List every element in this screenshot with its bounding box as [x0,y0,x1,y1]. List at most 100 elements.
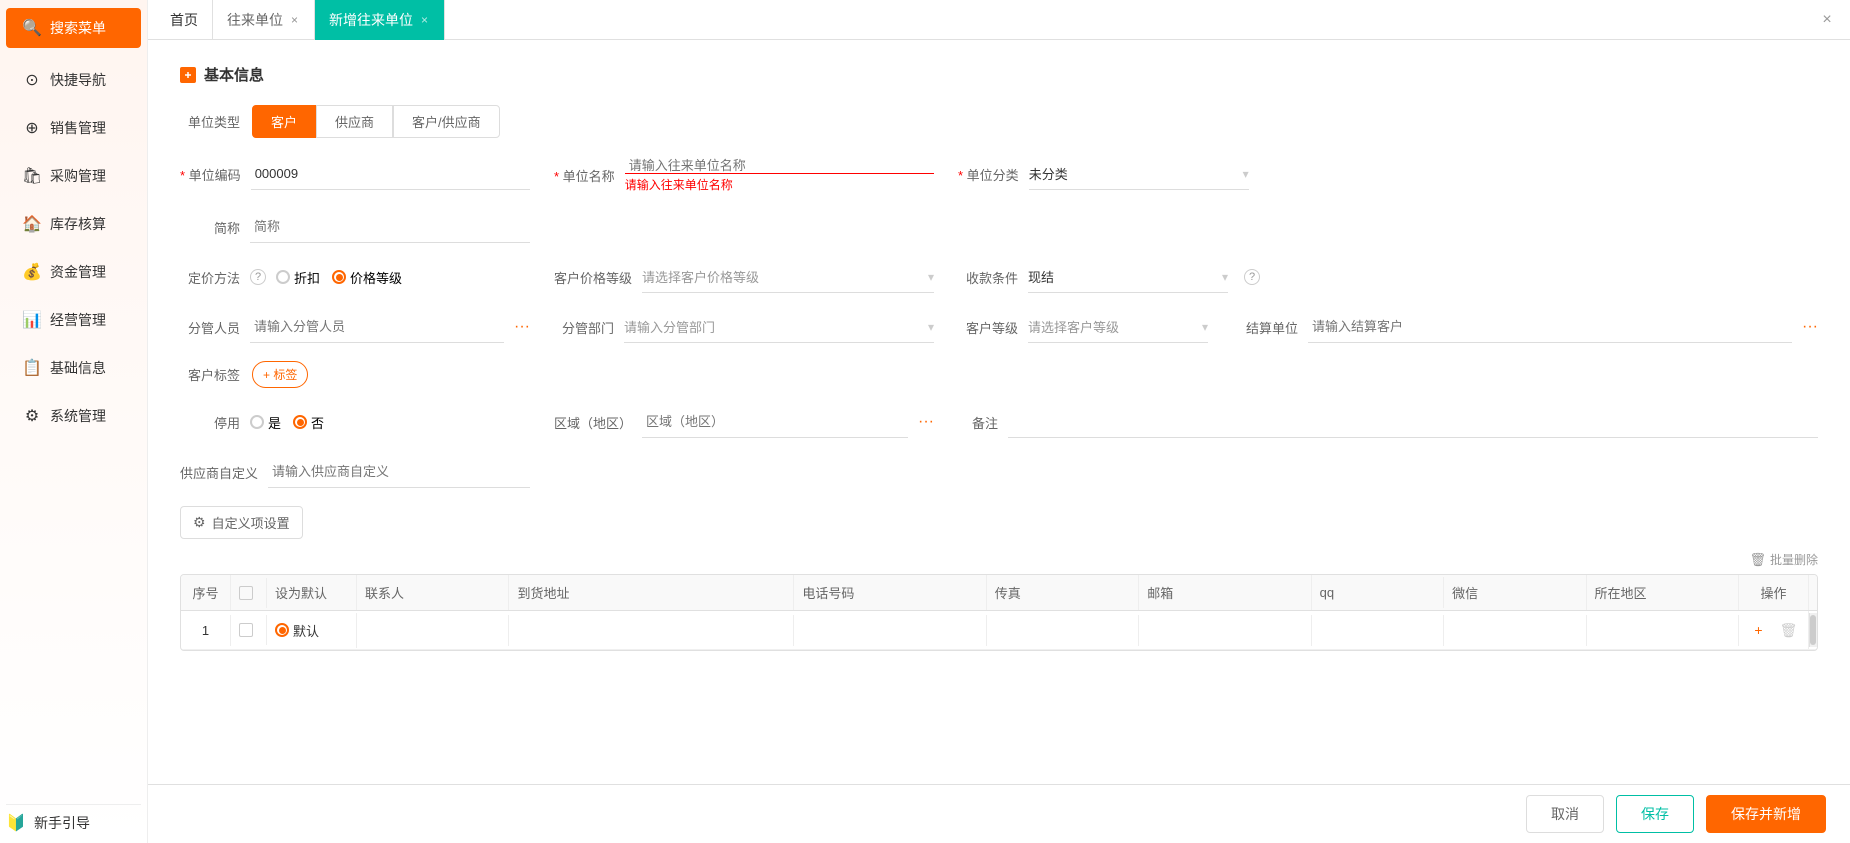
unit-info-row: 单位编码 单位名称 请输入往来单位名称 单位分类 未分类 ▾ [180,158,1818,193]
cell-region-1[interactable] [1587,615,1739,646]
cell-wechat-1[interactable] [1444,615,1586,646]
batch-delete-label: 批量删除 [1770,551,1818,568]
remarks-input[interactable] [1008,406,1818,438]
custom-settings-label: 自定义项设置 [212,513,290,532]
tabs-bar-right: × [1812,5,1842,35]
region-input[interactable] [642,406,908,438]
batch-delete-btn[interactable]: 🗑 批量删除 [180,551,1818,568]
cell-contact-1[interactable] [357,615,509,646]
radio-price-level[interactable]: 价格等级 [332,268,402,287]
customer-level-select[interactable]: 请选择客户等级 ▾ [1028,311,1208,343]
add-tag-button[interactable]: + 标签 [252,361,308,388]
email-input-1[interactable] [1147,623,1302,638]
pricing-help-icon[interactable]: ? [250,269,266,285]
sidebar-search-label: 搜索菜单 [50,18,106,38]
type-btn-both[interactable]: 客户/供应商 [393,105,500,138]
unit-name-label: 单位名称 [554,166,615,185]
add-tag-label: + 标签 [263,366,297,383]
tab-partners-close[interactable]: × [289,11,300,29]
cell-address-1[interactable] [509,615,794,646]
unit-code-input[interactable] [251,158,530,190]
cell-default-1[interactable]: 默认 [267,613,357,648]
phone-input-1[interactable] [802,623,977,638]
fax-input-1[interactable] [995,623,1130,638]
header-checkbox[interactable] [239,586,253,600]
tab-new-partner-close[interactable]: × [419,11,430,29]
quick-nav-icon: ⊙ [22,70,42,90]
cell-seq-1: 1 [181,615,231,646]
payment-terms-help-icon[interactable]: ? [1244,269,1260,285]
address-input-1[interactable] [517,623,785,638]
col-header-check[interactable] [231,578,267,608]
cell-phone-1[interactable] [794,615,986,646]
row-del-btn-1[interactable]: 🗑 [1777,619,1799,641]
main-area: 首页 往来单位 × 新增往来单位 × × 基本信息 单位类型 客户 [148,0,1850,843]
sidebar-item-guide[interactable]: 🔰 新手引导 [6,804,141,841]
radio-discount[interactable]: 折扣 [276,268,320,287]
region-more-icon[interactable]: ··· [918,413,934,431]
sidebar-item-operations[interactable]: 📊 经营管理 [6,298,141,342]
save-button[interactable]: 保存 [1616,795,1694,833]
sidebar-item-finance[interactable]: 💰 资金管理 [6,250,141,294]
sidebar-item-quick-nav[interactable]: ⊙ 快捷导航 [6,58,141,102]
tab-partners[interactable]: 往来单位 × [213,0,315,40]
region-input-1[interactable] [1595,623,1730,638]
row-default-radio-1[interactable]: 默认 [275,621,348,640]
save-add-button[interactable]: 保存并新增 [1706,795,1826,833]
cell-fax-1[interactable] [987,615,1139,646]
settlement-unit-more-icon[interactable]: ··· [1802,318,1818,336]
content-area: 基本信息 单位类型 客户 供应商 客户/供应商 单位编码 单位 [148,40,1850,784]
col-header-default: 设为默认 [267,575,357,610]
row-checkbox-1[interactable] [239,623,253,637]
contact-input-1[interactable] [365,623,500,638]
sidebar-item-label: 快捷导航 [50,70,106,90]
radio-disabled-no[interactable]: 否 [293,413,324,432]
row-add-btn-1[interactable]: + [1747,619,1769,641]
sidebar-item-sales[interactable]: ⊕ 销售管理 [6,106,141,150]
payment-terms-field: 收款条件 现结 ▾ ? [958,261,1818,293]
tab-new-partner-label: 新增往来单位 [329,10,413,30]
disabled-radio-group: 是 否 [250,413,324,432]
radio-price-level-label: 价格等级 [350,268,402,287]
tabs-close-all-btn[interactable]: × [1812,5,1842,35]
radio-disabled-yes[interactable]: 是 [250,413,281,432]
contacts-table: 序号 设为默认 联系人 到货地址 电话号码 传真 邮箱 qq 微信 所在地区 操… [180,574,1818,651]
cell-email-1[interactable] [1139,615,1311,646]
payment-terms-select[interactable]: 现结 ▾ [1028,261,1228,293]
settlement-unit-input[interactable] [1308,311,1792,343]
unit-category-label: 单位分类 [958,165,1019,184]
disabled-field: 停用 是 否 [180,413,530,432]
tab-new-partner[interactable]: 新增往来单位 × [315,0,445,40]
unit-category-value: 未分类 [1029,164,1239,183]
supplier-custom-input[interactable] [268,456,530,488]
qq-input-1[interactable] [1320,623,1435,638]
col-header-fax: 传真 [987,575,1139,610]
customer-price-level-select[interactable]: 请选择客户价格等级 ▾ [642,261,934,293]
cell-check-1[interactable] [231,615,267,645]
purchase-icon: 🛍 [22,166,42,186]
sidebar-item-purchase[interactable]: 🛍 采购管理 [6,154,141,198]
tab-home[interactable]: 首页 [156,0,213,40]
batch-delete-icon: 🗑 [1749,552,1766,568]
sidebar-item-search[interactable]: 🔍 搜索菜单 [6,8,141,48]
sidebar-item-label: 基础信息 [50,358,106,378]
manager-input[interactable] [250,311,504,343]
customer-price-level-chevron: ▾ [928,270,934,284]
col-header-email: 邮箱 [1139,575,1311,610]
customer-level-label: 客户等级 [958,318,1018,337]
custom-settings-button[interactable]: ⚙ 自定义项设置 [180,506,303,539]
department-select[interactable]: 请输入分管部门 ▾ [624,311,934,343]
sidebar-item-basic[interactable]: 📋 基础信息 [6,346,141,390]
type-btn-supplier[interactable]: 供应商 [316,105,393,138]
unit-category-select[interactable]: 未分类 ▾ [1029,158,1249,190]
unit-type-field: 单位类型 客户 供应商 客户/供应商 [180,105,500,138]
sidebar-item-inventory[interactable]: 🏠 库存核算 [6,202,141,246]
manager-more-icon[interactable]: ··· [514,318,530,336]
sidebar-item-system[interactable]: ⚙ 系统管理 [6,394,141,438]
wechat-input-1[interactable] [1452,623,1577,638]
unit-name-input[interactable] [625,158,934,174]
short-name-input[interactable] [250,211,530,243]
type-btn-customer[interactable]: 客户 [252,105,316,138]
cancel-button[interactable]: 取消 [1526,795,1604,833]
cell-qq-1[interactable] [1312,615,1444,646]
